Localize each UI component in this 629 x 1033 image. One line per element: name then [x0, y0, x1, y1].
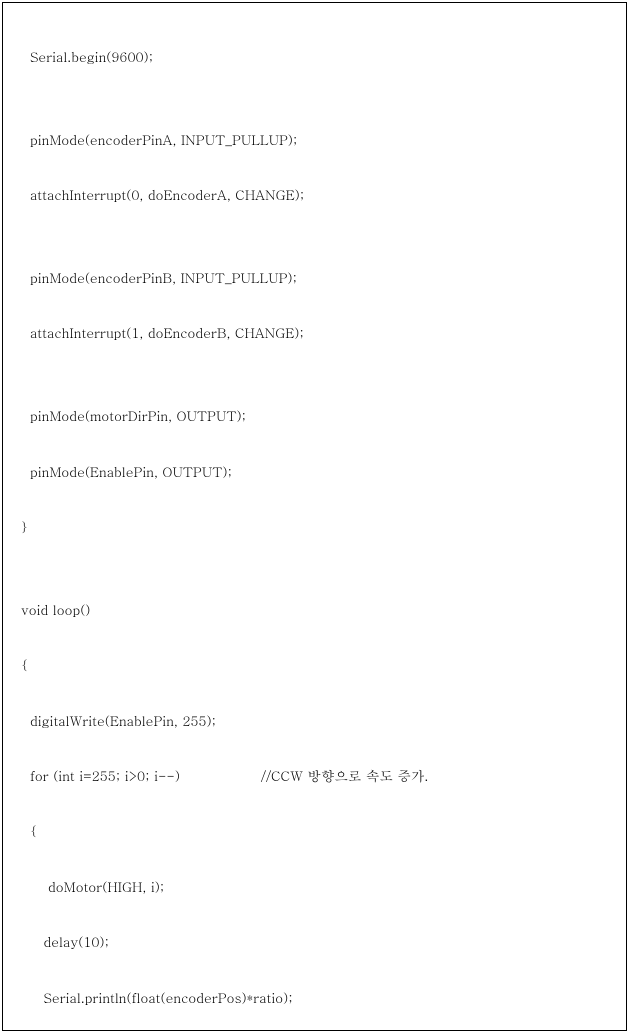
- code-line: pinMode(motorDirPin, OUTPUT);: [21, 402, 608, 430]
- code-line: attachInterrupt(1, doEncoderB, CHANGE);: [21, 319, 608, 347]
- code-line: delay(10);: [21, 928, 608, 956]
- code-line: pinMode(encoderPinA, INPUT_PULLUP);: [21, 126, 608, 154]
- code-line: Serial.println(float(encoderPos)*ratio);: [21, 984, 608, 1012]
- code-line: attachInterrupt(0, doEncoderA, CHANGE);: [21, 181, 608, 209]
- code-line: digitalWrite(EnablePin, 255);: [21, 707, 608, 735]
- code-line: void loop(): [21, 596, 608, 624]
- code-line: doMotor(HIGH, i);: [21, 873, 608, 901]
- code-line: Serial.begin(9600);: [21, 43, 608, 71]
- code-line: }: [21, 513, 608, 541]
- code-line: pinMode(encoderPinB, INPUT_PULLUP);: [21, 264, 608, 292]
- code-line: {: [21, 817, 608, 845]
- code-line: pinMode(EnablePin, OUTPUT);: [21, 458, 608, 486]
- code-line: {: [21, 651, 608, 679]
- code-line: for (int i=255; i>0; i--) //CCW 방향으로 속도 …: [21, 762, 608, 790]
- code-block: Serial.begin(9600); pinMode(encoderPinA,…: [2, 2, 627, 1031]
